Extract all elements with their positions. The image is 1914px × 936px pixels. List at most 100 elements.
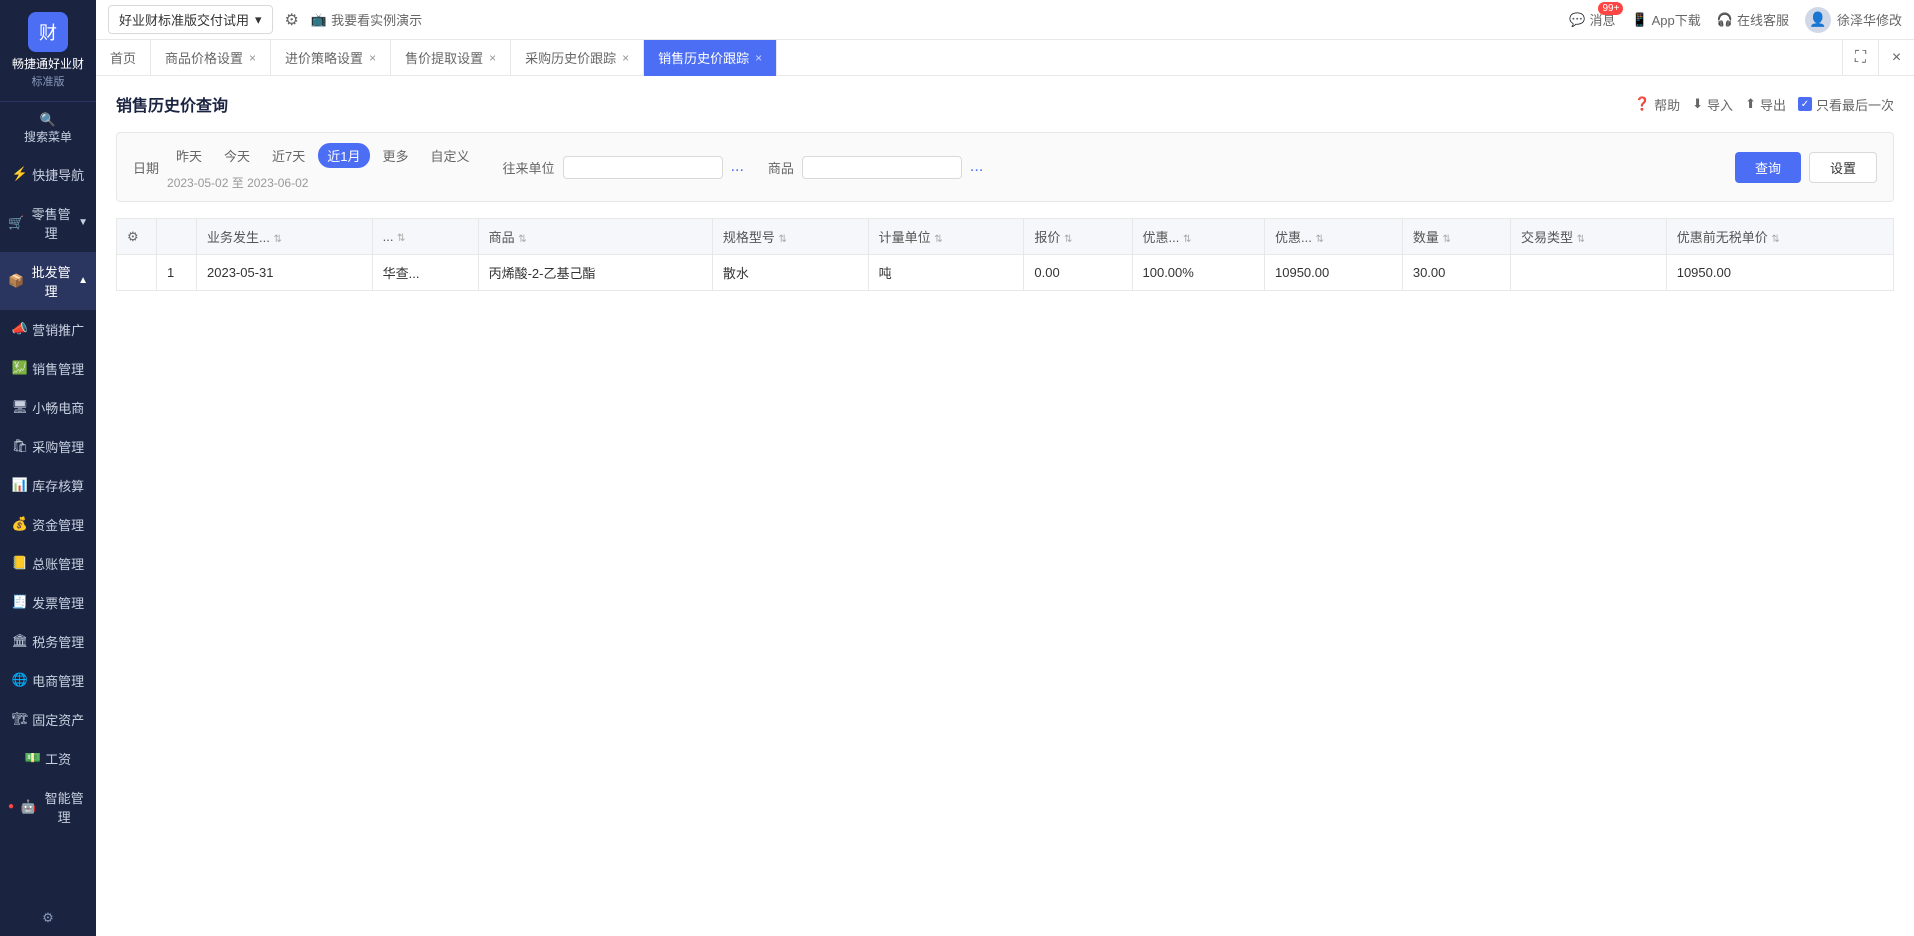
date-btn-1month[interactable]: 近1月 [318, 143, 369, 168]
sidebar-item-finance[interactable]: 💰 资金管理 [0, 505, 96, 544]
cell-settings [117, 255, 157, 291]
topbar-settings-btn[interactable]: ⚙ [285, 10, 299, 30]
date-btn-more[interactable]: 更多 [374, 143, 418, 168]
sort-icon-discount2: ⇅ [1315, 234, 1323, 245]
tab-home[interactable]: 首页 [96, 40, 151, 76]
wholesale-icon: 📦 [8, 273, 24, 289]
sidebar-item-assets[interactable]: 🏗 固定资产 [0, 700, 96, 739]
cell-discount2: 10950.00 [1265, 255, 1403, 291]
sort-icon-quantity: ⇅ [1442, 234, 1450, 245]
phone-icon: 📱 [1631, 12, 1647, 28]
th-transaction-type[interactable]: 交易类型 ⇅ [1510, 219, 1666, 255]
th-spec[interactable]: 规格型号 ⇅ [712, 219, 868, 255]
query-btn[interactable]: 查询 [1735, 152, 1801, 183]
th-business-date[interactable]: 业务发生... ⇅ [197, 219, 373, 255]
window-close-btn[interactable]: × [1878, 40, 1914, 76]
sidebar-payroll-label: 工资 [45, 749, 71, 768]
retail-arrow-icon: ▼ [78, 217, 88, 228]
th-product[interactable]: 商品 ⇅ [478, 219, 712, 255]
cell-transaction-type [1510, 255, 1666, 291]
tab-sale-extract[interactable]: 售价提取设置 × [391, 40, 511, 76]
settings-btn[interactable]: 设置 [1809, 152, 1877, 183]
th-unit[interactable]: 计量单位 ⇅ [868, 219, 1024, 255]
sidebar-item-ecommerce-small[interactable]: 🖥 小畅电商 [0, 388, 96, 427]
user-menu-btn[interactable]: 👤 徐泽华修改 [1805, 7, 1902, 33]
product-dots-btn[interactable]: ... [970, 158, 983, 176]
th-quantity[interactable]: 数量 ⇅ [1402, 219, 1510, 255]
tab-sale-history-label: 销售历史价跟踪 [658, 48, 749, 67]
export-label: 导出 [1760, 95, 1786, 114]
sidebar-item-marketing[interactable]: 📣 营销推广 [0, 310, 96, 349]
th-settings[interactable]: ⚙ [117, 219, 157, 255]
tab-sale-extract-close[interactable]: × [489, 51, 496, 65]
only-last-checkbox[interactable]: ✓ 只看最后一次 [1798, 95, 1894, 114]
sort-icon-discount1: ⇅ [1183, 234, 1191, 245]
tab-purchase-strategy-close[interactable]: × [369, 51, 376, 65]
tab-sale-history[interactable]: 销售历史价跟踪 × [644, 40, 777, 76]
tab-product-price-close[interactable]: × [249, 51, 256, 65]
tab-purchase-history[interactable]: 采购历史价跟踪 × [511, 40, 644, 76]
sidebar-item-payroll[interactable]: 💵 工资 [0, 739, 96, 778]
online-service-btn[interactable]: 🎧 在线客服 [1717, 10, 1789, 29]
sort-icon-product: ⇅ [518, 234, 526, 245]
tab-sale-history-close[interactable]: × [755, 51, 762, 65]
table-settings-icon[interactable]: ⚙ [127, 229, 139, 244]
th-price[interactable]: 报价 ⇅ [1024, 219, 1132, 255]
help-label: 帮助 [1654, 95, 1680, 114]
help-icon: ❓ [1634, 96, 1650, 112]
app-download-btn[interactable]: 📱 App下载 [1631, 10, 1700, 29]
module-selector-label: 好业财标准版交付试用 [119, 10, 249, 29]
page-header: 销售历史价查询 ❓ 帮助 ⬇ 导入 ⬆ 导出 [116, 92, 1894, 116]
export-btn[interactable]: ⬆ 导出 [1745, 95, 1786, 114]
tab-purchase-history-close[interactable]: × [622, 51, 629, 65]
sidebar-item-sales[interactable]: 💹 销售管理 [0, 349, 96, 388]
sidebar-item-retail[interactable]: 🛒 零售管理 ▼ [0, 194, 96, 252]
messages-btn[interactable]: 💬 消息 99+ [1569, 10, 1615, 29]
sidebar-item-smart[interactable]: ● 🤖 智能管理 [0, 778, 96, 836]
sidebar-item-accounting[interactable]: 📒 总账管理 [0, 544, 96, 583]
source-unit-input[interactable] [563, 156, 723, 179]
sidebar-item-wholesale[interactable]: 📦 批发管理 ▲ [0, 252, 96, 310]
only-last-checkbox-box: ✓ [1798, 97, 1812, 111]
cell-product: 丙烯酸-2-乙基己酯 [478, 255, 712, 291]
th-discount1[interactable]: 优惠... ⇅ [1132, 219, 1265, 255]
tab-product-price[interactable]: 商品价格设置 × [151, 40, 271, 76]
product-input[interactable] [802, 156, 962, 179]
sidebar-assets-label: 固定资产 [32, 710, 84, 729]
date-btn-7days[interactable]: 近7天 [263, 143, 314, 168]
cell-price: 0.00 [1024, 255, 1132, 291]
th-pretax-price[interactable]: 优惠前无税单价 ⇅ [1666, 219, 1893, 255]
sidebar-item-inventory[interactable]: 📊 库存核算 [0, 466, 96, 505]
sidebar-item-quicknav[interactable]: ⚡ 快捷导航 [0, 155, 96, 194]
module-selector[interactable]: 好业财标准版交付试用 ▾ [108, 5, 273, 34]
date-btn-today[interactable]: 今天 [215, 143, 259, 168]
sidebar-settings-btn[interactable]: ⚙ [0, 900, 96, 936]
source-unit-dots-btn[interactable]: ... [731, 158, 744, 176]
sidebar-search-label: 搜索菜单 [8, 128, 88, 145]
product-label: 商品 [768, 158, 794, 177]
sort-icon-pretax-price: ⇅ [1771, 234, 1779, 245]
online-service-label: 在线客服 [1737, 10, 1789, 29]
sort-icon-transaction-type: ⇅ [1577, 234, 1585, 245]
filter-actions: 查询 设置 [1735, 152, 1877, 183]
sidebar-item-invoice[interactable]: 🧾 发票管理 [0, 583, 96, 622]
demo-btn[interactable]: 📺 我要看实例演示 [311, 10, 422, 29]
sidebar-item-tax[interactable]: 🏛 税务管理 [0, 622, 96, 661]
th-extra[interactable]: ... ⇅ [372, 219, 478, 255]
help-btn[interactable]: ❓ 帮助 [1634, 95, 1680, 114]
app-download-label: App下载 [1652, 10, 1701, 29]
sort-icon-business-date: ⇅ [273, 234, 281, 245]
import-btn[interactable]: ⬇ 导入 [1692, 95, 1733, 114]
export-icon: ⬆ [1745, 96, 1756, 112]
tabs-bar: 首页 商品价格设置 × 进价策略设置 × 售价提取设置 × 采购历史价跟踪 × … [96, 40, 1914, 76]
window-restore-btn[interactable]: ⛶ [1842, 40, 1878, 76]
sidebar-item-search[interactable]: 🔍 搜索菜单 [0, 102, 96, 155]
tab-purchase-strategy[interactable]: 进价策略设置 × [271, 40, 391, 76]
sidebar-item-purchase[interactable]: 🛍 采购管理 [0, 427, 96, 466]
cell-unit: 吨 [868, 255, 1024, 291]
th-discount2[interactable]: 优惠... ⇅ [1265, 219, 1403, 255]
sidebar-item-ecommerce[interactable]: 🌐 电商管理 [0, 661, 96, 700]
date-btn-custom[interactable]: 自定义 [422, 143, 479, 168]
date-buttons: 昨天 今天 近7天 近1月 更多 自定义 [167, 143, 479, 168]
date-btn-yesterday[interactable]: 昨天 [167, 143, 211, 168]
